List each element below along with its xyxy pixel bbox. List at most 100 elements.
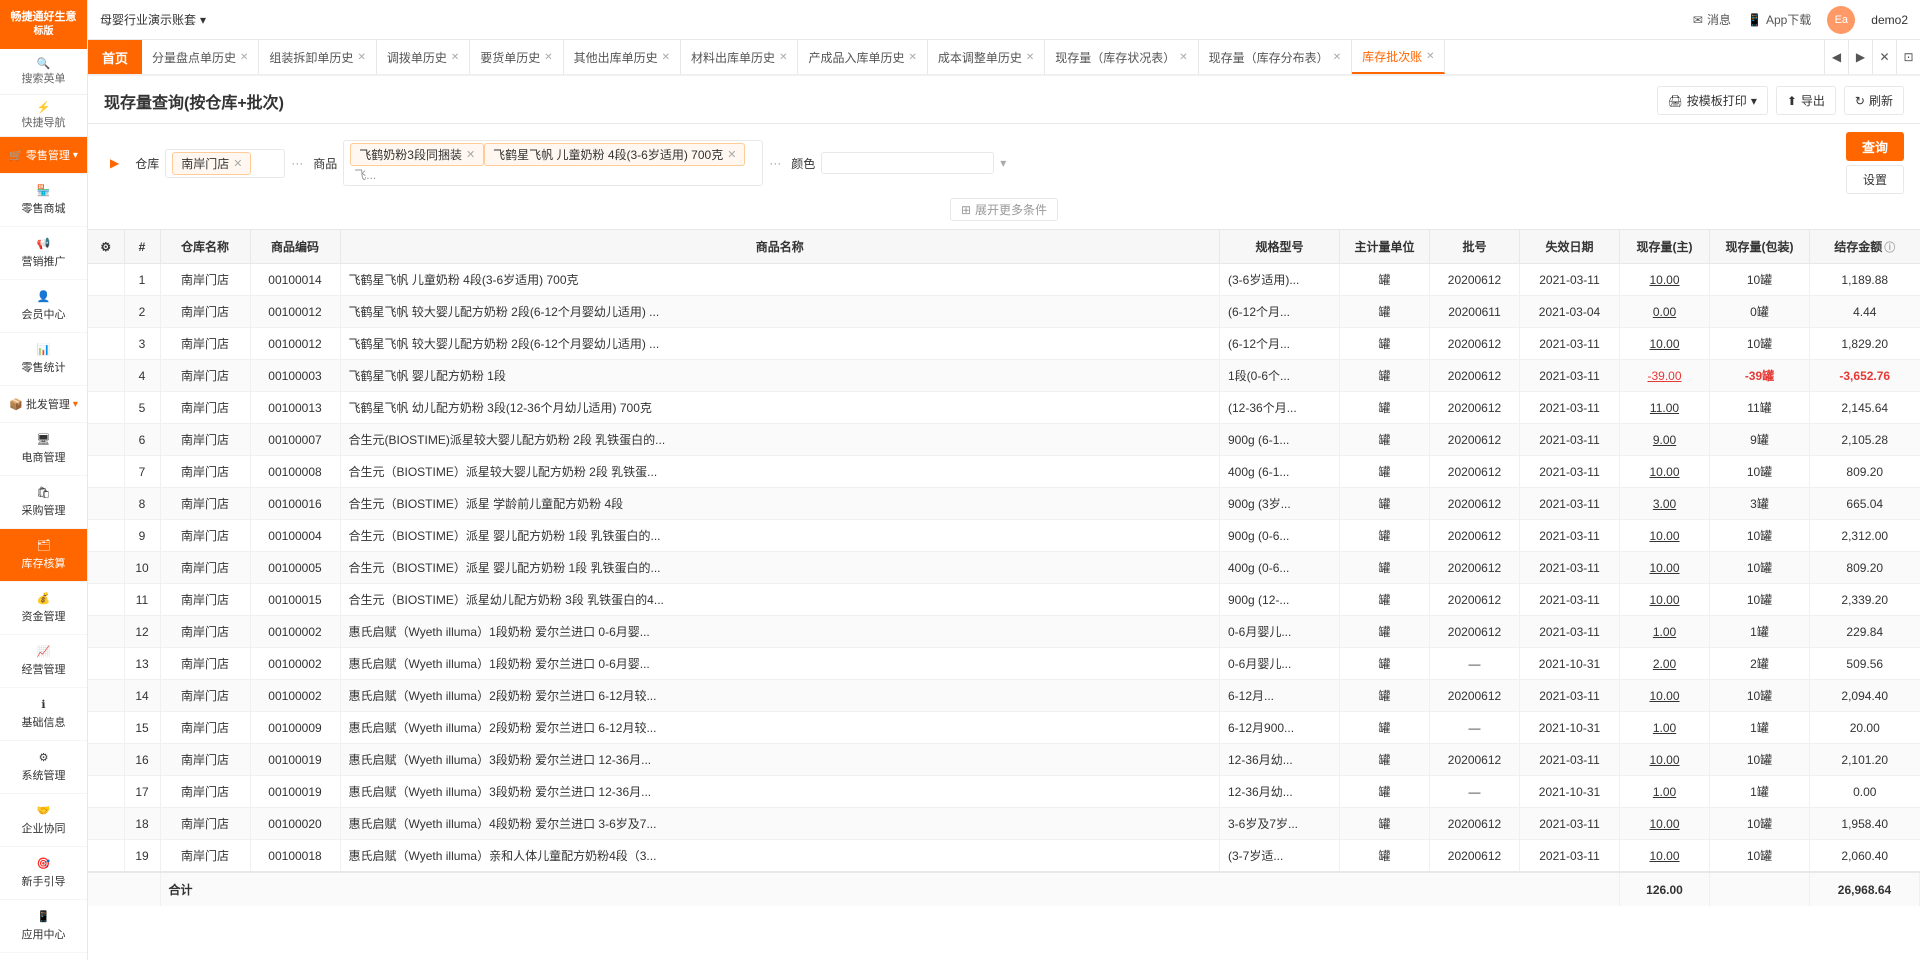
sidebar-item-ops[interactable]: 📈 经营管理	[0, 635, 87, 688]
cell-stock-main[interactable]: 11.00	[1620, 392, 1710, 424]
sidebar-item-member[interactable]: 👤 会员中心	[0, 280, 87, 333]
export-button[interactable]: ⬆ 导出	[1776, 86, 1836, 115]
warehouse-tag-remove[interactable]: ✕	[233, 157, 242, 170]
sidebar-item-sys[interactable]: ⚙ 系统管理	[0, 741, 87, 794]
sidebar-item-search[interactable]: 🔍 搜索英单	[0, 49, 87, 95]
product-tag-2[interactable]: 飞鹤星飞帆 儿童奶粉 4段(3-6岁适用) 700克 ✕	[484, 143, 745, 166]
expand-more-button[interactable]: ⊞ 展开更多条件	[950, 198, 1058, 221]
cell-stock-main[interactable]: 1.00	[1620, 776, 1710, 808]
template-print-button[interactable]: 🖨 按模板打印 ▾	[1657, 86, 1768, 115]
filter-expand-button[interactable]: ▶	[104, 149, 125, 177]
tab-cheng-ben-tiao[interactable]: 成本调整单历史 ✕	[928, 40, 1045, 74]
cell-batch: 20200612	[1430, 328, 1520, 360]
tab-next-btn[interactable]: ▶	[1848, 40, 1872, 75]
cell-stock-main[interactable]: 10.00	[1620, 552, 1710, 584]
search-button[interactable]: 查询	[1846, 132, 1904, 161]
sidebar-item-marketing[interactable]: 📢 营销推广	[0, 227, 87, 280]
warehouse-filter-label: 仓库	[135, 155, 159, 172]
cell-stock-main[interactable]: 10.00	[1620, 456, 1710, 488]
tab-ku-cun-fen-bu-close[interactable]: ✕	[1333, 52, 1341, 63]
tab-ku-cun-pi-ci-close[interactable]: ✕	[1426, 51, 1434, 62]
message-btn[interactable]: ✉ 消息	[1693, 11, 1731, 28]
column-settings-icon[interactable]: ⚙	[100, 240, 111, 254]
cell-stock-main[interactable]: 10.00	[1620, 328, 1710, 360]
tab-qi-ta-chu[interactable]: 其他出库单历史 ✕	[564, 40, 681, 74]
tab-yao-huo-label: 要货单历史	[480, 49, 540, 66]
sidebar-item-wholesale[interactable]: 📦 批发管理 ▾	[0, 386, 87, 423]
sidebar-item-mall[interactable]: 🏪 零售商城	[0, 174, 87, 227]
company-name: 母婴行业演示账套	[100, 11, 196, 28]
tab-prev-btn[interactable]: ◀	[1824, 40, 1848, 75]
cell-code: 00100002	[250, 680, 340, 712]
sidebar-label-apps: 应用中心	[22, 926, 66, 942]
cell-stock-main[interactable]: 10.00	[1620, 744, 1710, 776]
tab-chan-pin-ru-close[interactable]: ✕	[908, 52, 916, 63]
cell-stock-main[interactable]: 10.00	[1620, 584, 1710, 616]
tab-ku-cun-fen-bu[interactable]: 现存量（库存分布表） ✕	[1199, 40, 1352, 74]
th-index: #	[124, 230, 160, 264]
product-tag-input[interactable]: 飞鹤奶粉3段同捆装 ✕ 飞鹤星飞帆 儿童奶粉 4段(3-6岁适用) 700克 ✕…	[343, 140, 763, 186]
tab-chan-pin-ru[interactable]: 产成品入库单历史 ✕	[798, 40, 927, 74]
tab-tiao-bo[interactable]: 调拨单历史 ✕	[377, 40, 470, 74]
cell-stock-main[interactable]: 1.00	[1620, 712, 1710, 744]
color-dropdown-icon[interactable]: ▾	[1000, 156, 1006, 170]
sidebar-item-finance[interactable]: 💰 资金管理	[0, 582, 87, 635]
tab-cheng-ben-tiao-close[interactable]: ✕	[1026, 52, 1034, 63]
tab-menu-btn[interactable]: ⊡	[1896, 40, 1920, 75]
cell-stock-main[interactable]: 9.00	[1620, 424, 1710, 456]
cell-stock-main[interactable]: 10.00	[1620, 808, 1710, 840]
tab-home[interactable]: 首页	[88, 40, 142, 74]
cell-stock-main[interactable]: 0.00	[1620, 296, 1710, 328]
sidebar-item-retail-stat[interactable]: 📊 零售统计	[0, 333, 87, 386]
tab-qi-ta-chu-close[interactable]: ✕	[662, 52, 670, 63]
color-input[interactable]	[821, 152, 994, 174]
app-download-btn[interactable]: 📱 App下载	[1747, 11, 1811, 28]
tab-close-btn[interactable]: ✕	[1872, 40, 1896, 75]
balance-info-icon[interactable]: ⓘ	[1884, 239, 1895, 255]
tab-cai-liao-chu-close[interactable]: ✕	[779, 52, 787, 63]
tab-fen-pan[interactable]: 分量盘点单历史 ✕	[142, 40, 259, 74]
company-selector[interactable]: 母婴行业演示账套 ▾	[100, 11, 206, 28]
sidebar-item-apps[interactable]: 📱 应用中心	[0, 900, 87, 953]
tab-ku-cun-ku-cun[interactable]: 现存量（库存状况表） ✕	[1045, 40, 1198, 74]
product-ellipsis[interactable]: ···	[769, 156, 781, 170]
avatar[interactable]: Ea	[1827, 6, 1855, 34]
warehouse-tag-input[interactable]: 南岸门店 ✕	[165, 149, 285, 178]
sidebar-item-quick-nav[interactable]: ⚡ 快捷导航	[0, 95, 87, 137]
product-tag-1-remove[interactable]: ✕	[466, 148, 475, 161]
cell-stock-main[interactable]: 1.00	[1620, 616, 1710, 648]
product-tag-1-text: 飞鹤奶粉3段同捆装	[359, 146, 462, 163]
cell-stock-main[interactable]: 2.00	[1620, 648, 1710, 680]
sidebar-item-corp[interactable]: 🤝 企业协同	[0, 794, 87, 847]
sidebar-item-retail[interactable]: 🛒 零售管理 ▾	[0, 137, 87, 174]
cell-stock-main[interactable]: 3.00	[1620, 488, 1710, 520]
tab-zu-chai[interactable]: 组装拆卸单历史 ✕	[259, 40, 376, 74]
sidebar-item-inventory[interactable]: 🗂 库存核算	[0, 529, 87, 582]
warehouse-ellipsis[interactable]: ···	[291, 156, 303, 170]
sidebar-item-guide[interactable]: 🎯 新手引导	[0, 847, 87, 900]
sidebar-item-base[interactable]: ℹ 基础信息	[0, 688, 87, 741]
tab-ku-cun-ku-cun-close[interactable]: ✕	[1179, 52, 1187, 63]
tab-zu-chai-close[interactable]: ✕	[357, 52, 365, 63]
sidebar-item-ecom[interactable]: 🖥 电商管理	[0, 423, 87, 476]
cell-stock-main[interactable]: 10.00	[1620, 264, 1710, 296]
refresh-button[interactable]: ↻ 刷新	[1844, 86, 1904, 115]
tab-fen-pan-close[interactable]: ✕	[240, 52, 248, 63]
settings-button[interactable]: 设置	[1846, 165, 1904, 194]
cell-stock-main[interactable]: 10.00	[1620, 680, 1710, 712]
cell-stock-main[interactable]: -39.00	[1620, 360, 1710, 392]
th-settings[interactable]: ⚙	[88, 230, 124, 264]
tab-cai-liao-chu[interactable]: 材料出库单历史 ✕	[681, 40, 798, 74]
tab-yao-huo[interactable]: 要货单历史 ✕	[470, 40, 563, 74]
sidebar-item-wechat[interactable]: 💬 企业微信	[0, 953, 87, 960]
tab-yao-huo-close[interactable]: ✕	[544, 52, 552, 63]
product-tag-1[interactable]: 飞鹤奶粉3段同捆装 ✕	[350, 143, 484, 166]
tab-ku-cun-pi-ci[interactable]: 库存批次账 ✕	[1352, 40, 1445, 74]
tab-tiao-bo-close[interactable]: ✕	[451, 52, 459, 63]
sidebar-item-purchase[interactable]: 🛍 采购管理	[0, 476, 87, 529]
product-tag-2-remove[interactable]: ✕	[727, 148, 736, 161]
cell-stock-main[interactable]: 10.00	[1620, 840, 1710, 873]
cell-stock-main[interactable]: 10.00	[1620, 520, 1710, 552]
warehouse-tag[interactable]: 南岸门店 ✕	[172, 152, 251, 175]
product-tag-more[interactable]: 飞...	[354, 166, 376, 183]
